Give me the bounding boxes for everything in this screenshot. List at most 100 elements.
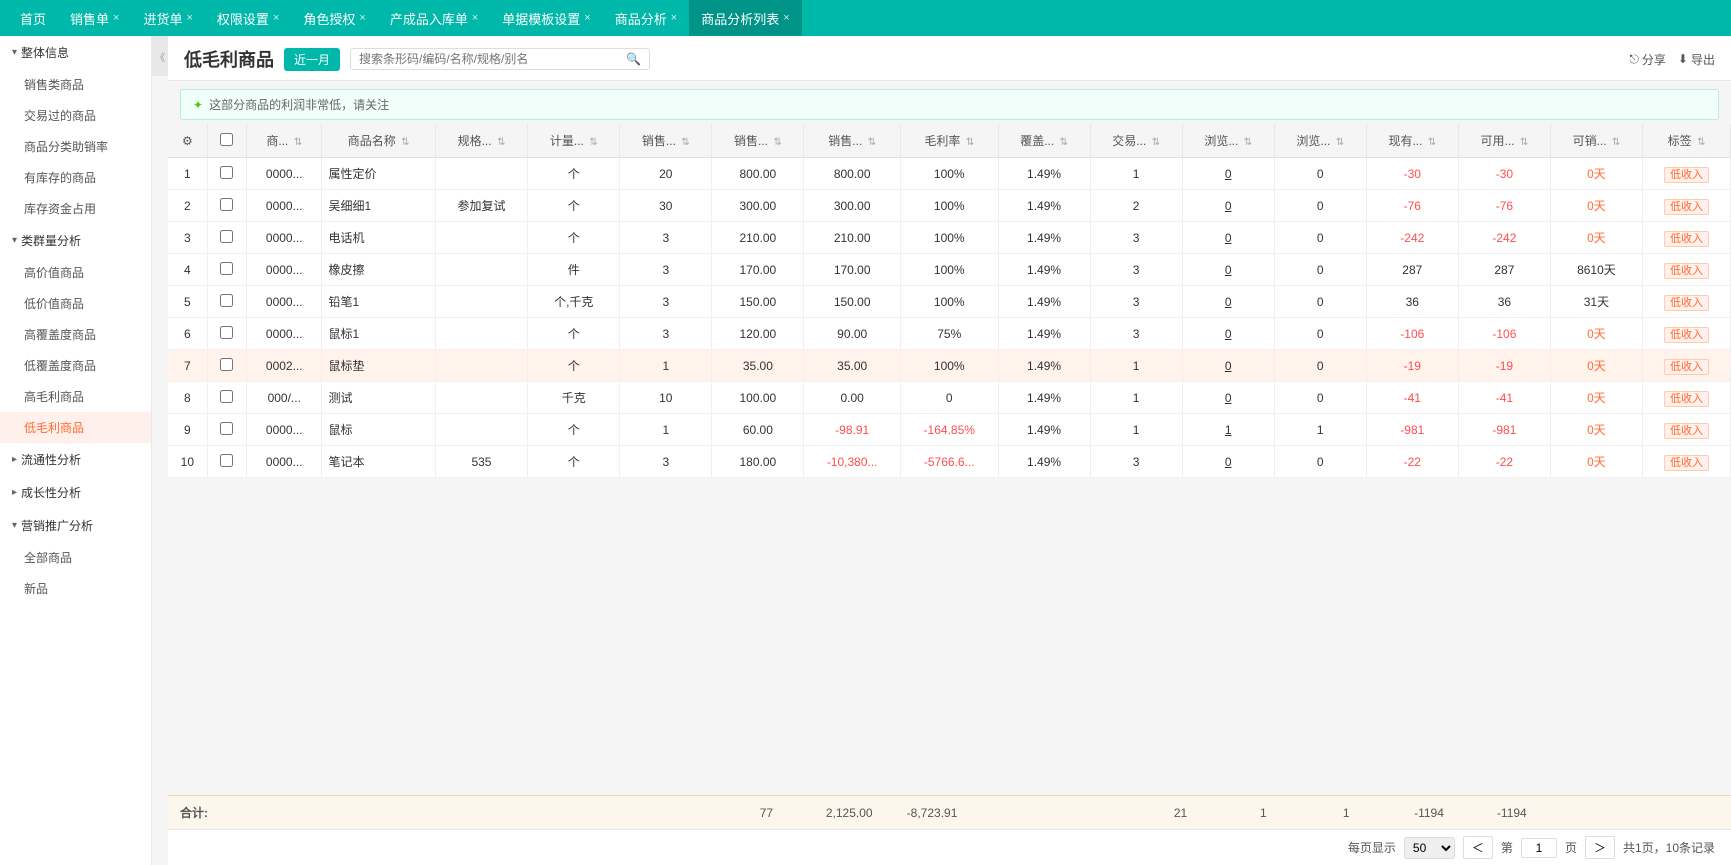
row-current: 287	[1366, 254, 1458, 286]
col-name[interactable]: 商品名称 ⇅	[322, 124, 435, 158]
row-num: 9	[168, 414, 207, 446]
next-page-button[interactable]: ＞	[1585, 836, 1615, 859]
col-checkbox[interactable]	[207, 124, 246, 158]
row-num: 7	[168, 350, 207, 382]
row-checkbox[interactable]	[207, 158, 246, 190]
share-button[interactable]: ⎋ 分享	[1629, 51, 1666, 68]
row-checkbox[interactable]	[207, 318, 246, 350]
sidebar-item-sales-goods[interactable]: 销售类商品	[0, 69, 151, 100]
row-checkbox[interactable]	[207, 446, 246, 478]
row-tag: 低收入	[1642, 318, 1730, 350]
col-current[interactable]: 现有... ⇅	[1366, 124, 1458, 158]
col-views1[interactable]: 浏览... ⇅	[1182, 124, 1274, 158]
search-icon[interactable]: 🔍	[626, 52, 641, 66]
sidebar-group-flow[interactable]: ▸ 流通性分析	[0, 443, 151, 476]
col-settings[interactable]: ⚙	[168, 124, 207, 158]
sidebar-item-category-rate[interactable]: 商品分类助销率	[0, 131, 151, 162]
sidebar-item-all-goods[interactable]: 全部商品	[0, 542, 151, 573]
close-icon[interactable]: ×	[113, 12, 119, 24]
col-tag[interactable]: 标签 ⇅	[1642, 124, 1730, 158]
table-row: 7 0002... 鼠标垫 个 1 35.00 35.00 100% 1.49%…	[168, 350, 1731, 382]
col-saleable[interactable]: 可销... ⇅	[1550, 124, 1642, 158]
sidebar-group-growth[interactable]: ▸ 成长性分析	[0, 476, 151, 509]
col-trade[interactable]: 交易... ⇅	[1090, 124, 1182, 158]
row-checkbox[interactable]	[207, 254, 246, 286]
row-gross-margin: 100%	[900, 190, 998, 222]
nav-analysis-list[interactable]: 商品分析列表 ×	[689, 0, 801, 36]
row-available: -76	[1458, 190, 1550, 222]
col-available[interactable]: 可用... ⇅	[1458, 124, 1550, 158]
row-unit: 件	[528, 254, 620, 286]
close-icon[interactable]: ×	[584, 12, 590, 24]
row-sales-price: 800.00	[712, 158, 804, 190]
sidebar-item-low-value[interactable]: 低价值商品	[0, 288, 151, 319]
nav-sales[interactable]: 销售单 ×	[58, 0, 131, 36]
close-icon[interactable]: ×	[671, 12, 677, 24]
export-button[interactable]: ⬇ 导出	[1678, 51, 1715, 68]
row-checkbox[interactable]	[207, 382, 246, 414]
row-spec	[435, 286, 527, 318]
col-coverage[interactable]: 覆盖... ⇅	[998, 124, 1090, 158]
row-checkbox[interactable]	[207, 222, 246, 254]
row-spec	[435, 414, 527, 446]
row-name: 鼠标	[322, 414, 435, 446]
sidebar-group-marketing[interactable]: ▾ 营销推广分析	[0, 509, 151, 542]
nav-analysis[interactable]: 商品分析 ×	[603, 0, 689, 36]
row-trade: 3	[1090, 286, 1182, 318]
page-title: 低毛利商品	[184, 46, 274, 72]
row-num: 6	[168, 318, 207, 350]
row-gross-margin: 100%	[900, 158, 998, 190]
nav-roles[interactable]: 角色授权 ×	[291, 0, 377, 36]
date-filter-button[interactable]: 近一月	[284, 48, 340, 71]
row-name: 笔记本	[322, 446, 435, 478]
prev-page-button[interactable]: ＜	[1463, 836, 1493, 859]
sidebar-item-high-value[interactable]: 高价值商品	[0, 257, 151, 288]
col-sales-count[interactable]: 销售... ⇅	[620, 124, 712, 158]
nav-purchase[interactable]: 进货单 ×	[131, 0, 204, 36]
search-input[interactable]	[359, 52, 626, 66]
page-number-input[interactable]	[1521, 838, 1557, 858]
sidebar-item-high-margin[interactable]: 高毛利商品	[0, 381, 151, 412]
close-icon[interactable]: ×	[273, 12, 279, 24]
sidebar-item-traded-goods[interactable]: 交易过的商品	[0, 100, 151, 131]
nav-product-entry[interactable]: 产成品入库单 ×	[378, 0, 490, 36]
row-name: 吴细细1	[322, 190, 435, 222]
row-unit: 个,千克	[528, 286, 620, 318]
close-icon[interactable]: ×	[472, 12, 478, 24]
sidebar-item-new-goods[interactable]: 新品	[0, 573, 151, 604]
sidebar-collapse-button[interactable]: 《	[152, 36, 168, 76]
col-sales-price[interactable]: 销售... ⇅	[712, 124, 804, 158]
row-trade: 1	[1090, 158, 1182, 190]
select-all-checkbox[interactable]	[220, 133, 233, 146]
data-table-wrapper[interactable]: ⚙ 商... ⇅ 商品名称 ⇅ 规格... ⇅ 计量... ⇅ 销售... ⇅ …	[168, 124, 1731, 795]
sidebar-item-stock-capital[interactable]: 库存资金占用	[0, 193, 151, 224]
sidebar-item-stock-goods[interactable]: 有库存的商品	[0, 162, 151, 193]
close-icon[interactable]: ×	[783, 12, 789, 24]
nav-home[interactable]: 首页	[8, 0, 58, 36]
row-sales-amount: 170.00	[804, 254, 901, 286]
sidebar-group-overall[interactable]: ▾ 整体信息	[0, 36, 151, 69]
col-gross-margin[interactable]: 毛利率 ⇅	[900, 124, 998, 158]
close-icon[interactable]: ×	[359, 12, 365, 24]
row-sales-count: 3	[620, 254, 712, 286]
per-page-select[interactable]: 50 100 200	[1404, 837, 1455, 859]
row-checkbox[interactable]	[207, 286, 246, 318]
row-name: 电话机	[322, 222, 435, 254]
col-views2[interactable]: 浏览... ⇅	[1274, 124, 1366, 158]
nav-permissions[interactable]: 权限设置 ×	[205, 0, 291, 36]
sidebar-item-low-margin[interactable]: 低毛利商品	[0, 412, 151, 443]
close-icon[interactable]: ×	[186, 12, 192, 24]
row-sales-count: 30	[620, 190, 712, 222]
row-checkbox[interactable]	[207, 414, 246, 446]
col-unit[interactable]: 计量... ⇅	[528, 124, 620, 158]
row-checkbox[interactable]	[207, 190, 246, 222]
col-code[interactable]: 商... ⇅	[247, 124, 322, 158]
sidebar-group-cluster[interactable]: ▾ 类群量分析	[0, 224, 151, 257]
sidebar-item-high-coverage[interactable]: 高覆盖度商品	[0, 319, 151, 350]
sidebar-item-low-coverage[interactable]: 低覆盖度商品	[0, 350, 151, 381]
col-spec[interactable]: 规格... ⇅	[435, 124, 527, 158]
nav-template[interactable]: 单据模板设置 ×	[490, 0, 602, 36]
col-sales-amount[interactable]: 销售... ⇅	[804, 124, 901, 158]
pagination-bar: 每页显示 50 100 200 ＜ 第 页 ＞ 共1页，10条记录	[168, 829, 1731, 865]
row-checkbox[interactable]	[207, 350, 246, 382]
